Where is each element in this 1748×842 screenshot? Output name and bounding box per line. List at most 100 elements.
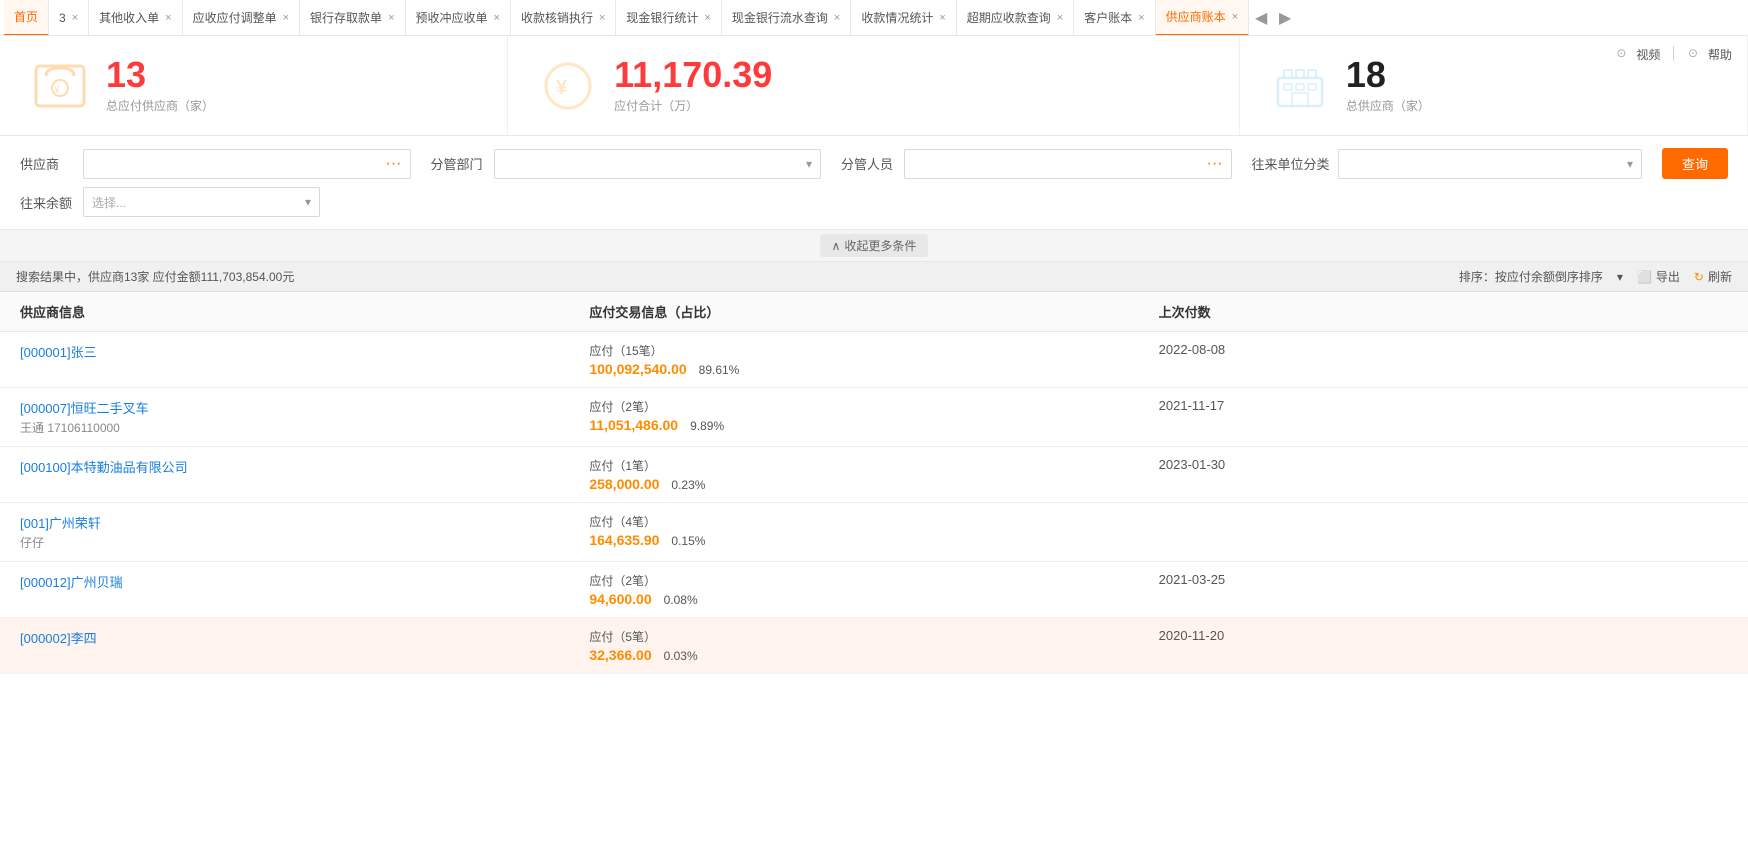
tx-amount-row-0: 100,092,540.00 89.61% <box>589 359 1158 377</box>
supplier-link-1[interactable]: [000007]恒旺二手叉车 <box>20 401 149 416</box>
export-button[interactable]: ⬜ 导出 <box>1637 268 1680 285</box>
tx-amount-link-0[interactable]: 100,092,540.00 <box>589 361 686 377</box>
supplier-link-0[interactable]: [000001]张三 <box>20 345 97 360</box>
total-suppliers-icon <box>1270 56 1330 116</box>
nav-tab-ap-adjustment[interactable]: 应收应付调整单 × <box>183 0 300 36</box>
supplier-link-2[interactable]: [000100]本特勤油品有限公司 <box>20 460 188 475</box>
nav-tab-supplier-account[interactable]: 供应商账本 × <box>1156 0 1249 36</box>
circle-icon2: ⊙ <box>1688 46 1698 63</box>
tx-amount-3: 164,635.90 <box>589 532 659 548</box>
help-link[interactable]: 帮助 <box>1708 46 1732 63</box>
nav-tab-other-income[interactable]: 其他收入单 × <box>89 0 182 36</box>
nav-tab-bank-deposit[interactable]: 银行存取款单 × <box>300 0 405 36</box>
tx-cell-3: 应付（4笔） 164,635.90 0.15% <box>589 513 1158 551</box>
nav-tab-bank-deposit-label: 银行存取款单 <box>310 9 382 26</box>
tx-amount-0: 100,092,540.00 <box>589 361 686 377</box>
nav-tab-prepay-close[interactable]: × <box>494 12 500 24</box>
tx-amount-link-4[interactable]: 94,600.00 <box>589 591 651 607</box>
nav-tab-overdue[interactable]: 超期应收款查询 × <box>957 0 1074 36</box>
col-last-pay: 上次付数 <box>1159 302 1728 321</box>
nav-tab-cash-bank-flow[interactable]: 现金银行流水查询 × <box>722 0 851 36</box>
stat-total-suppliers-text: 18 总供应商（家） <box>1346 57 1430 114</box>
nav-tab-customer-account-close[interactable]: × <box>1138 12 1144 24</box>
balance-select-value: 选择... <box>92 194 126 211</box>
tx-amount-link-5[interactable]: 32,366.00 <box>589 647 651 663</box>
table-row: [001]广州荣轩 仔仔 应付（4笔） 164,635.90 0.15% <box>0 503 1748 562</box>
nav-tab-cash-bank-stats[interactable]: 现金银行统计 × <box>616 0 721 36</box>
nav-tab-other-income-label: 其他收入单 <box>99 9 159 26</box>
sort-label: 排序：按应付余额倒序排序 <box>1459 268 1603 285</box>
nav-tab-3-close[interactable]: × <box>72 12 78 24</box>
ap-suppliers-icon: ¥ <box>30 56 90 116</box>
supplier-link-3[interactable]: [001]广州荣轩 <box>20 516 101 531</box>
dept-select[interactable]: ▾ <box>494 149 822 179</box>
nav-tab-ap-adjustment-close[interactable]: × <box>283 12 289 24</box>
nav-tab-bank-deposit-close[interactable]: × <box>388 12 394 24</box>
nav-tab-prepay[interactable]: 预收冲应收单 × <box>406 0 511 36</box>
tx-amount-1: 11,051,486.00 <box>589 417 678 433</box>
nav-tab-collection-stats[interactable]: 收款情况统计 × <box>851 0 956 36</box>
circle-icon: ⊙ <box>1616 46 1626 63</box>
table-row: [000100]本特勤油品有限公司 应付（1笔） 258,000.00 0.23… <box>0 447 1748 503</box>
stat-ap-amount: ¥ 11,170.39 应付合计（万） <box>508 36 1240 135</box>
nav-tab-other-income-close[interactable]: × <box>165 12 171 24</box>
filter-row-2: 往来余额 选择... ▾ <box>20 187 1728 217</box>
nav-tab-collection-stats-close[interactable]: × <box>939 12 945 24</box>
supplier-sub-1: 王通 17106110000 <box>20 419 589 436</box>
filter-supplier: 供应商 ··· <box>20 149 411 179</box>
tx-cell-5: 应付（5笔） 32,366.00 0.03% <box>589 628 1158 663</box>
stat-ap-amount-value: 11,170.39 <box>614 57 772 93</box>
export-icon: ⬜ <box>1637 270 1652 284</box>
tx-amount-link-1[interactable]: 11,051,486.00 <box>589 417 678 433</box>
category-select[interactable]: ▾ <box>1338 149 1642 179</box>
nav-tab-supplier-account-close[interactable]: × <box>1232 11 1238 23</box>
tx-cell-1: 应付（2笔） 11,051,486.00 9.89% <box>589 398 1158 436</box>
nav-tab-home[interactable]: 首页 <box>4 0 49 36</box>
tx-amount-2: 258,000.00 <box>589 476 659 492</box>
nav-tab-customer-account[interactable]: 客户账本 × <box>1074 0 1155 36</box>
export-label: 导出 <box>1656 268 1680 285</box>
nav-tab-overdue-label: 超期应收款查询 <box>967 9 1051 26</box>
tx-percent-1: 9.89% <box>690 419 724 433</box>
supplier-input[interactable]: ··· <box>83 149 411 179</box>
nav-tab-overdue-close[interactable]: × <box>1057 12 1063 24</box>
last-pay-3 <box>1159 513 1728 551</box>
supplier-link-5[interactable]: [000002]李四 <box>20 631 97 646</box>
stat-ap-amount-text: 11,170.39 应付合计（万） <box>614 57 772 114</box>
nav-tab-cash-bank-stats-close[interactable]: × <box>704 12 710 24</box>
supplier-cell-4: [000012]广州贝瑞 <box>20 572 589 607</box>
nav-next-arrow[interactable]: ▶ <box>1273 0 1297 36</box>
table-row: [000012]广州贝瑞 应付（2笔） 94,600.00 0.08% 2021… <box>0 562 1748 618</box>
search-button[interactable]: 查询 <box>1662 148 1728 179</box>
tx-percent-0: 89.61% <box>699 363 740 377</box>
nav-tab-receive-verify[interactable]: 收款核销执行 × <box>511 0 616 36</box>
filter-area: 供应商 ··· 分管部门 ▾ 分管人员 ··· 往来单位分类 ▾ <box>0 136 1748 230</box>
tx-label-5: 应付（5笔） <box>589 628 1158 645</box>
supplier-link-4[interactable]: [000012]广州贝瑞 <box>20 575 123 590</box>
stat-ap-amount-label: 应付合计（万） <box>614 97 772 114</box>
tx-label-1: 应付（2笔） <box>589 398 1158 415</box>
table-area: 供应商信息 应付交易信息（占比） 上次付数 [000001]张三 应付（15笔）… <box>0 292 1748 842</box>
nav-tab-cash-bank-flow-close[interactable]: × <box>834 12 840 24</box>
category-select-arrow-icon: ▾ <box>1627 157 1633 171</box>
ap-amount-icon: ¥ <box>538 56 598 116</box>
refresh-button[interactable]: ↻ 刷新 <box>1694 268 1732 285</box>
tx-amount-link-3[interactable]: 164,635.90 <box>589 532 659 548</box>
tx-amount-row-1: 11,051,486.00 9.89% <box>589 415 1158 433</box>
tx-amount-row-4: 94,600.00 0.08% <box>589 589 1158 607</box>
stat-total-suppliers-value: 18 <box>1346 57 1430 93</box>
last-pay-4: 2021-03-25 <box>1159 572 1728 607</box>
person-input[interactable]: ··· <box>904 149 1232 179</box>
collapse-button[interactable]: ∧ 收起更多条件 <box>820 234 929 257</box>
nav-prev-arrow[interactable]: ◀ <box>1249 0 1273 36</box>
balance-select[interactable]: 选择... ▾ <box>83 187 320 217</box>
tx-amount-link-2[interactable]: 258,000.00 <box>589 476 659 492</box>
supplier-sub-3: 仔仔 <box>20 534 589 551</box>
video-link[interactable]: 视频 <box>1636 46 1660 63</box>
collapse-up-icon: ∧ <box>832 239 841 253</box>
nav-tab-collection-stats-label: 收款情况统计 <box>861 9 933 26</box>
top-navigation: 首页 3 × 其他收入单 × 应收应付调整单 × 银行存取款单 × 预收冲应收单… <box>0 0 1748 36</box>
nav-tab-receive-verify-close[interactable]: × <box>599 12 605 24</box>
nav-tab-3[interactable]: 3 × <box>49 0 89 36</box>
stat-ap-suppliers-label: 总应付供应商（家） <box>106 97 214 114</box>
